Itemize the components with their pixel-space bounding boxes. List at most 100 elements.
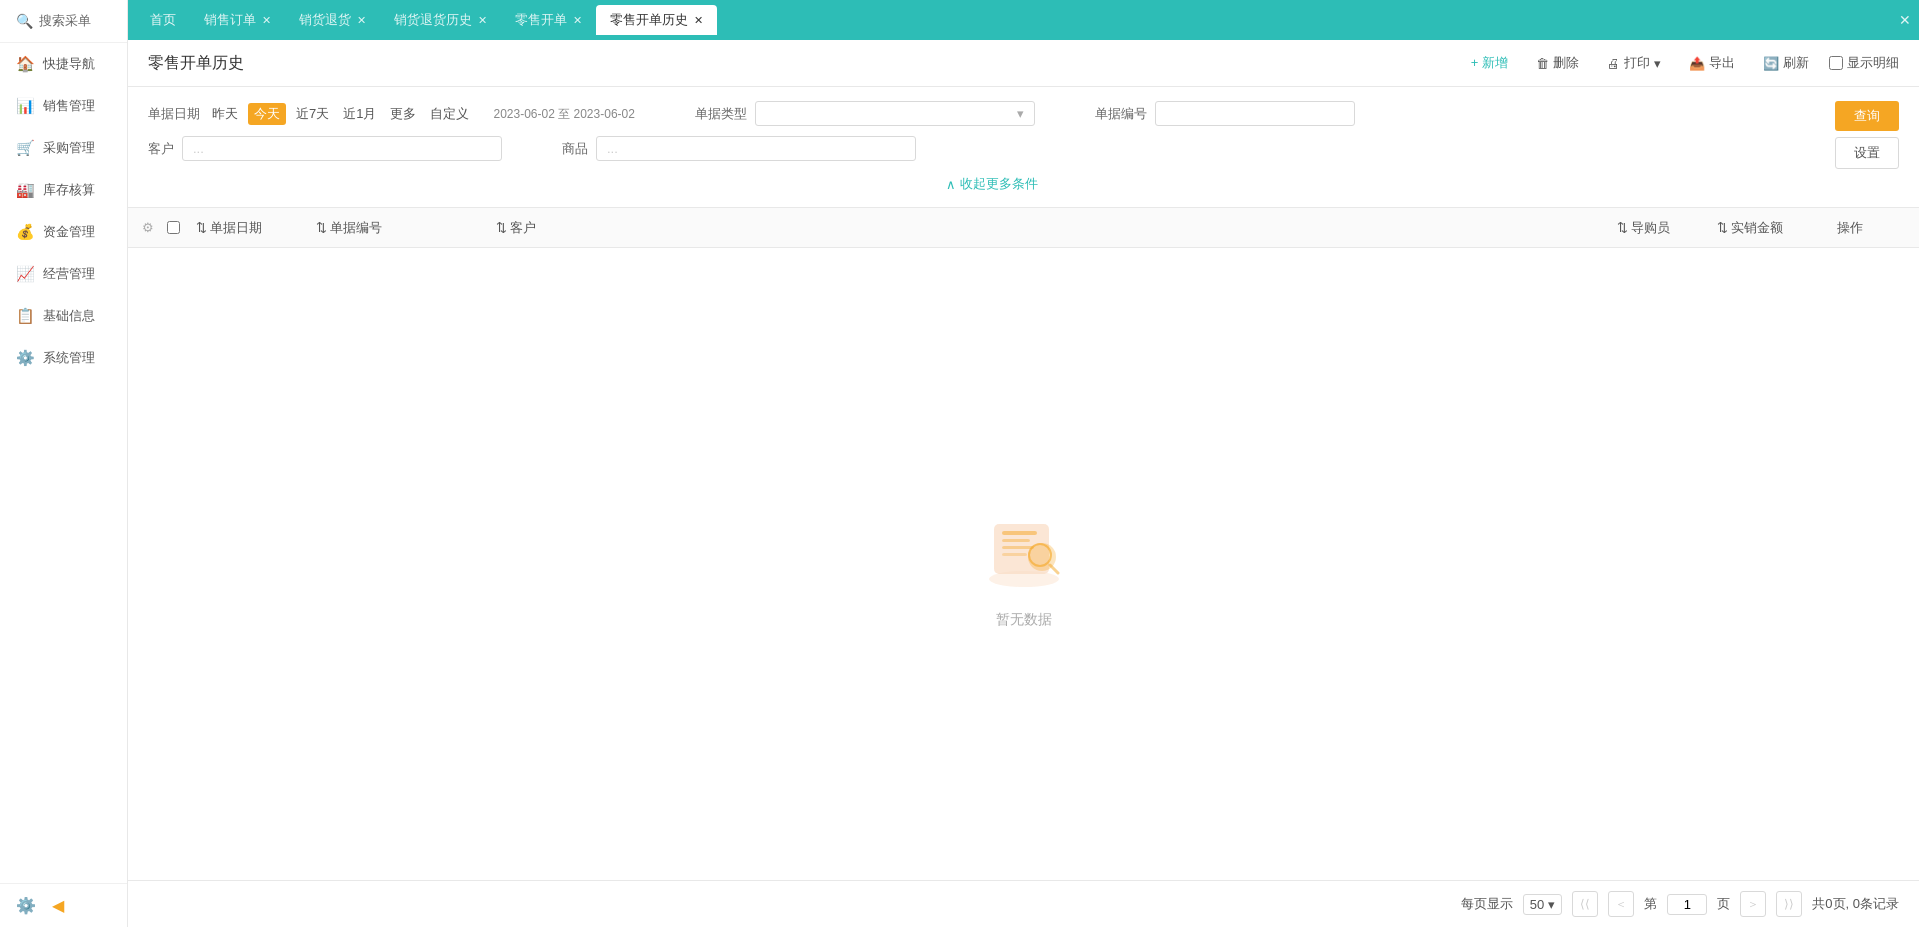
col-header-amount: ⇅ 实销金额 xyxy=(1709,219,1829,237)
search-icon: 🔍 xyxy=(16,13,33,29)
tab-retail-open[interactable]: 零售开单 ✕ xyxy=(501,5,596,35)
search-label: 搜索采单 xyxy=(39,12,91,30)
sort-icon-customer[interactable]: ⇅ xyxy=(496,220,507,235)
inventory-icon: 🏭 xyxy=(16,181,35,199)
nav-label-finance: 资金管理 xyxy=(43,223,95,241)
empty-text: 暂无数据 xyxy=(996,611,1052,629)
show-detail-toggle[interactable]: 显示明细 xyxy=(1829,54,1899,72)
nav-label-inventory: 库存核算 xyxy=(43,181,95,199)
page-suffix-label: 页 xyxy=(1717,895,1730,913)
shortcut-custom[interactable]: 自定义 xyxy=(426,103,473,125)
collapse-filter-button[interactable]: ∧ 收起更多条件 xyxy=(148,171,1835,197)
page-size-arrow: ▾ xyxy=(1548,897,1555,912)
tab-sales-return-label: 销货退货 xyxy=(299,11,351,29)
next-page-button[interactable]: ＞ xyxy=(1740,891,1766,917)
show-detail-label: 显示明细 xyxy=(1847,54,1899,72)
window-close-button[interactable]: ✕ xyxy=(1899,12,1911,28)
shortcut-more[interactable]: 更多 xyxy=(386,103,420,125)
shortcut-7days[interactable]: 近7天 xyxy=(292,103,333,125)
type-select-arrow: ▾ xyxy=(1017,106,1024,121)
first-page-button[interactable]: ⟨⟨ xyxy=(1572,891,1598,917)
add-button-label: + 新增 xyxy=(1471,54,1508,72)
shortcut-yesterday[interactable]: 昨天 xyxy=(208,103,242,125)
page-size-label: 每页显示 xyxy=(1461,895,1513,913)
table-header: ⚙ ⇅ 单据日期 ⇅ 单据编号 ⇅ 客户 ⇅ 导购员 xyxy=(128,208,1919,248)
nav-label-system: 系统管理 xyxy=(43,349,95,367)
col-header-guide: ⇅ 导购员 xyxy=(1609,219,1709,237)
search-item[interactable]: 🔍 搜索采单 xyxy=(0,0,127,43)
page-size-select[interactable]: 50 ▾ xyxy=(1523,894,1562,915)
tab-retail-open-close[interactable]: ✕ xyxy=(573,14,582,27)
sidebar-item-basic-info[interactable]: 📋 基础信息 xyxy=(0,295,127,337)
table-area: ⚙ ⇅ 单据日期 ⇅ 单据编号 ⇅ 客户 ⇅ 导购员 xyxy=(128,208,1919,927)
tab-sales-order[interactable]: 销售订单 ✕ xyxy=(190,5,285,35)
filter-number-item: 单据编号 xyxy=(1095,101,1355,126)
tab-sales-return[interactable]: 销货退货 ✕ xyxy=(285,5,380,35)
number-filter-input[interactable] xyxy=(1155,101,1355,126)
sidebar-item-operations[interactable]: 📈 经营管理 xyxy=(0,253,127,295)
tab-home[interactable]: 首页 xyxy=(136,5,190,35)
tab-retail-open-history[interactable]: 零售开单历史 ✕ xyxy=(596,5,717,35)
filter-row-1: 单据日期 昨天 今天 近7天 近1月 更多 自定义 2023-06-02 至 2… xyxy=(148,101,1835,126)
total-label: 共0页, 0条记录 xyxy=(1812,895,1899,913)
sort-icon-date[interactable]: ⇅ xyxy=(196,220,207,235)
print-button[interactable]: 🖨 打印 ▾ xyxy=(1599,50,1669,76)
table-settings-icon[interactable]: ⚙ xyxy=(138,216,158,239)
export-button[interactable]: 📤 导出 xyxy=(1681,50,1743,76)
select-all-checkbox[interactable] xyxy=(167,221,180,234)
customer-filter-input[interactable]: ... xyxy=(182,136,502,161)
tab-sales-return-history[interactable]: 销货退货历史 ✕ xyxy=(380,5,501,35)
sidebar-item-sales-mgmt[interactable]: 📊 销售管理 xyxy=(0,85,127,127)
svg-rect-3 xyxy=(1002,539,1030,542)
nav-label-quick: 快捷导航 xyxy=(43,55,95,73)
sidebar-item-system[interactable]: ⚙️ 系统管理 xyxy=(0,337,127,379)
delete-button-label: 删除 xyxy=(1553,54,1579,72)
toolbar: 零售开单历史 + 新增 🗑 删除 🖨 打印 ▾ 📤 导出 xyxy=(128,40,1919,87)
sort-icon-guide[interactable]: ⇅ xyxy=(1617,220,1628,235)
sidebar: 🔍 搜索采单 🏠 快捷导航 📊 销售管理 🛒 采购管理 🏭 库存核算 💰 资金管… xyxy=(0,0,128,927)
refresh-button[interactable]: 🔄 刷新 xyxy=(1755,50,1817,76)
print-arrow-icon: ▾ xyxy=(1654,56,1661,71)
show-detail-checkbox[interactable] xyxy=(1829,56,1843,70)
sidebar-item-inventory[interactable]: 🏭 库存核算 xyxy=(0,169,127,211)
prev-page-button[interactable]: ＜ xyxy=(1608,891,1634,917)
sidebar-item-quick-nav[interactable]: 🏠 快捷导航 xyxy=(0,43,127,85)
toolbar-actions: + 新增 🗑 删除 🖨 打印 ▾ 📤 导出 🔄 刷新 xyxy=(1463,50,1899,76)
tab-retail-open-history-close[interactable]: ✕ xyxy=(694,14,703,27)
tab-sales-return-close[interactable]: ✕ xyxy=(357,14,366,27)
collapse-label: 收起更多条件 xyxy=(960,175,1038,193)
tab-retail-open-label: 零售开单 xyxy=(515,11,567,29)
col-op-label: 操作 xyxy=(1837,219,1863,237)
last-page-button[interactable]: ⟩⟩ xyxy=(1776,891,1802,917)
svg-rect-2 xyxy=(1002,531,1037,535)
delete-button[interactable]: 🗑 删除 xyxy=(1528,50,1587,76)
pagination: 每页显示 50 ▾ ⟨⟨ ＜ 第 页 ＞ ⟩⟩ 共0页, 0条记录 xyxy=(128,880,1919,927)
collapse-arrow-icon: ∧ xyxy=(946,177,956,192)
query-button[interactable]: 查询 xyxy=(1835,101,1899,131)
add-button[interactable]: + 新增 xyxy=(1463,50,1516,76)
product-filter-input[interactable]: ... xyxy=(596,136,916,161)
settings-icon[interactable]: ⚙️ xyxy=(16,896,36,915)
sort-icon-number[interactable]: ⇅ xyxy=(316,220,327,235)
page-size-value: 50 xyxy=(1530,897,1544,912)
tab-sales-order-label: 销售订单 xyxy=(204,11,256,29)
shortcut-1month[interactable]: 近1月 xyxy=(339,103,380,125)
svg-line-7 xyxy=(1050,565,1058,573)
sidebar-item-purchase-mgmt[interactable]: 🛒 采购管理 xyxy=(0,127,127,169)
sort-icon-amount[interactable]: ⇅ xyxy=(1717,220,1728,235)
nav-label-operations: 经营管理 xyxy=(43,265,95,283)
filter-area: 单据日期 昨天 今天 近7天 近1月 更多 自定义 2023-06-02 至 2… xyxy=(128,87,1919,208)
tab-sales-return-history-close[interactable]: ✕ xyxy=(478,14,487,27)
collapse-icon[interactable]: ◀ xyxy=(52,896,64,915)
filter-settings-button[interactable]: 设置 xyxy=(1835,137,1899,169)
shortcut-today[interactable]: 今天 xyxy=(248,103,286,125)
sidebar-item-finance[interactable]: 💰 资金管理 xyxy=(0,211,127,253)
page-number-input[interactable] xyxy=(1667,894,1707,915)
tab-sales-order-close[interactable]: ✕ xyxy=(262,14,271,27)
print-icon: 🖨 xyxy=(1607,56,1620,71)
type-select[interactable]: ▾ xyxy=(755,101,1035,126)
delete-icon: 🗑 xyxy=(1536,56,1549,71)
type-filter-label: 单据类型 xyxy=(695,105,747,123)
quick-nav-icon: 🏠 xyxy=(16,55,35,73)
tabs-right: ✕ xyxy=(1899,12,1911,28)
